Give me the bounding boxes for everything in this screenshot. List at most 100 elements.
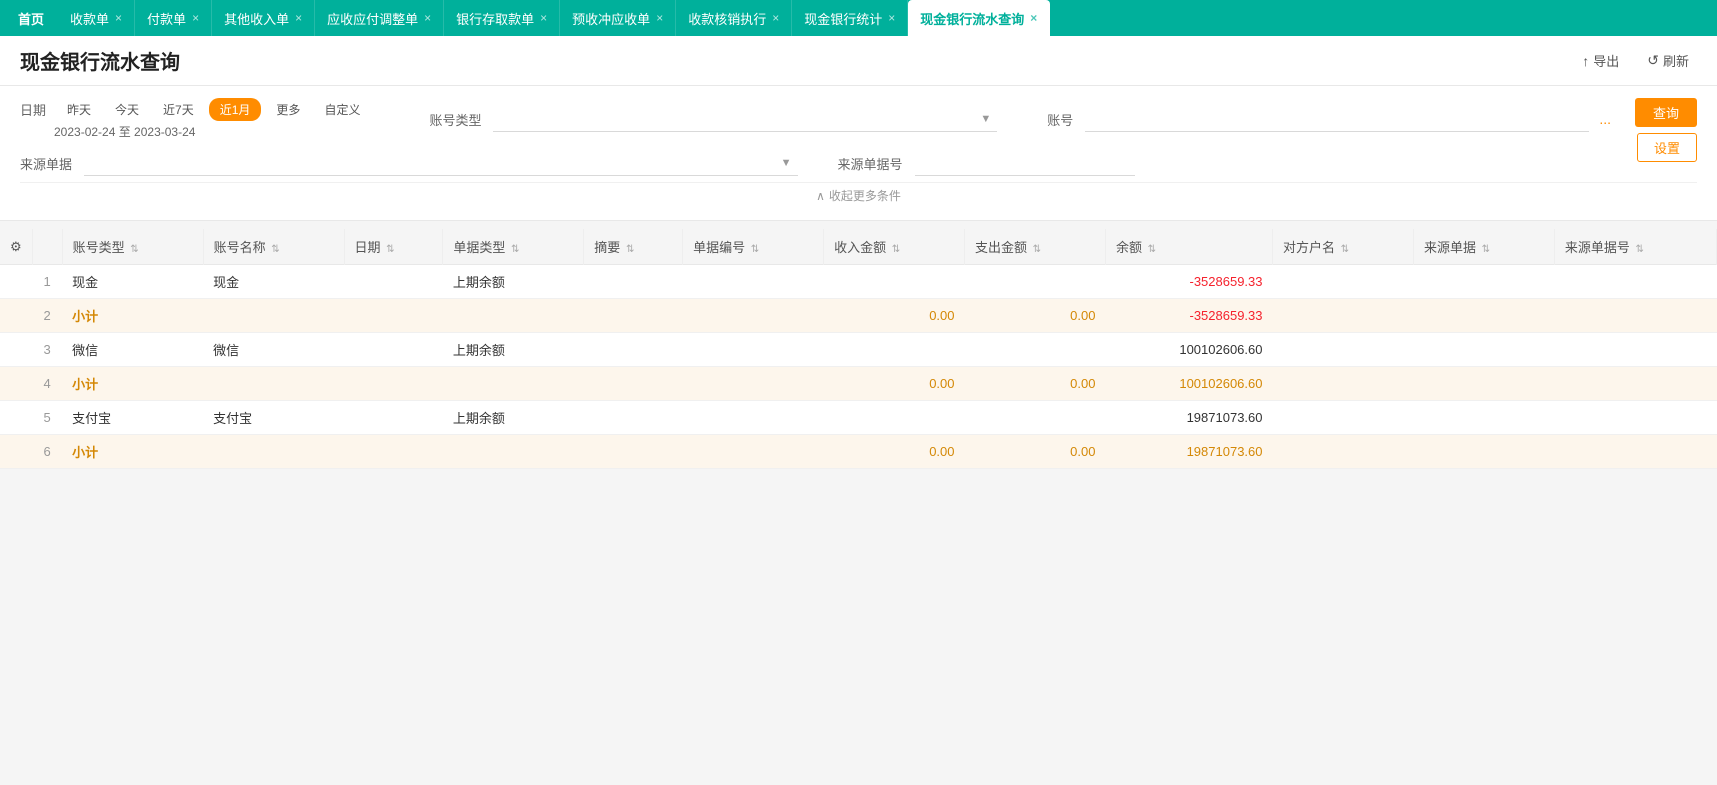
account-type-select[interactable]: ▼: [493, 106, 997, 132]
cell-source-doc-no: [1554, 435, 1716, 469]
cell-source-doc: [1413, 333, 1554, 367]
column-doc-type[interactable]: 单据类型 ⇅: [443, 229, 584, 265]
nav-tab-fukuandan[interactable]: 付款单 ×: [135, 0, 212, 36]
close-icon[interactable]: ×: [115, 11, 122, 25]
cell-source-doc: [1413, 435, 1554, 469]
close-icon[interactable]: ×: [888, 11, 895, 25]
cell-doc-type: [443, 299, 584, 333]
column-expense[interactable]: 支出金额 ⇅: [965, 229, 1106, 265]
column-settings[interactable]: ⚙: [0, 229, 32, 265]
column-income[interactable]: 收入金额 ⇅: [824, 229, 965, 265]
sort-icon: ⇅: [1148, 244, 1156, 255]
cell-income: [824, 401, 965, 435]
nav-tab-yinhangcunqukuan[interactable]: 银行存取款单 ×: [444, 0, 560, 36]
date-custom[interactable]: 自定义: [315, 98, 369, 121]
sort-icon: ⇅: [1636, 244, 1644, 255]
cell-expense: 0.00: [965, 435, 1106, 469]
cell-summary: [584, 401, 683, 435]
cell-date: [344, 265, 443, 299]
cell-doc-no: [683, 265, 824, 299]
column-summary[interactable]: 摘要 ⇅: [584, 229, 683, 265]
close-icon[interactable]: ×: [295, 11, 302, 25]
nav-tab-shoukuanhexiao[interactable]: 收款核销执行 ×: [676, 0, 792, 36]
collapse-button[interactable]: ∧ 收起更多条件: [816, 187, 901, 204]
row-number: 1: [32, 265, 62, 299]
close-icon[interactable]: ×: [540, 11, 547, 25]
cell-date: [344, 333, 443, 367]
date-1month[interactable]: 近1月: [209, 98, 262, 121]
cell-account-name: [203, 367, 344, 401]
sort-icon: ⇅: [271, 244, 279, 255]
source-doc-select[interactable]: ▼: [84, 150, 797, 176]
sort-icon: ⇅: [1482, 244, 1490, 255]
nav-tab-xianjinyinhangliushui[interactable]: 现金银行流水查询 ×: [908, 0, 1050, 36]
nav-home[interactable]: 首页: [4, 0, 58, 36]
source-doc-no-input[interactable]: [915, 150, 1135, 176]
action-buttons: 查询 设置: [1635, 98, 1697, 162]
cell-counterpart: [1273, 367, 1414, 401]
cell-doc-type: [443, 435, 584, 469]
cell-summary: [584, 333, 683, 367]
dropdown-icon: ▼: [980, 113, 991, 125]
sort-icon: ⇅: [892, 244, 900, 255]
column-counterpart[interactable]: 对方户名 ⇅: [1273, 229, 1414, 265]
cell-income: 0.00: [824, 299, 965, 333]
cell-counterpart: [1273, 435, 1414, 469]
close-icon[interactable]: ×: [424, 11, 431, 25]
close-icon[interactable]: ×: [772, 11, 779, 25]
nav-tab-qitashouru[interactable]: 其他收入单 ×: [212, 0, 315, 36]
settings-button[interactable]: 设置: [1637, 133, 1697, 162]
table-row: 5支付宝支付宝上期余额19871073.60: [0, 401, 1717, 435]
cell-source-doc: [1413, 401, 1554, 435]
nav-tab-xianjinyinhangtongji[interactable]: 现金银行统计 ×: [792, 0, 908, 36]
cell-doc-type: 上期余额: [443, 265, 584, 299]
close-icon[interactable]: ×: [656, 11, 663, 25]
account-no-more-button[interactable]: ...: [1595, 111, 1615, 127]
date-more[interactable]: 更多: [267, 98, 309, 121]
gear-icon[interactable]: ⚙: [10, 239, 22, 254]
column-source-doc-no[interactable]: 来源单据号 ⇅: [1554, 229, 1716, 265]
table-row: 6小计0.000.0019871073.60: [0, 435, 1717, 469]
cell-balance: 100102606.60: [1105, 333, 1272, 367]
cell-income: 0.00: [824, 435, 965, 469]
date-7days[interactable]: 近7天: [154, 98, 203, 121]
account-no-input[interactable]: [1085, 106, 1589, 132]
cell-summary: [584, 265, 683, 299]
sort-icon: ⇅: [386, 244, 394, 255]
cell-source-doc: [1413, 265, 1554, 299]
query-button[interactable]: 查询: [1635, 98, 1697, 127]
cell-date: [344, 367, 443, 401]
date-yesterday[interactable]: 昨天: [58, 98, 100, 121]
column-source-doc[interactable]: 来源单据 ⇅: [1413, 229, 1554, 265]
cell-account-type: 现金: [62, 265, 203, 299]
cell-doc-type: 上期余额: [443, 401, 584, 435]
column-account-name[interactable]: 账号名称 ⇅: [203, 229, 344, 265]
column-account-type[interactable]: 账号类型 ⇅: [62, 229, 203, 265]
close-icon[interactable]: ×: [1030, 11, 1037, 25]
cell-source-doc-no: [1554, 299, 1716, 333]
cell-expense: [965, 401, 1106, 435]
cell-date: [344, 401, 443, 435]
nav-tab-shoukuandan[interactable]: 收款单 ×: [58, 0, 135, 36]
close-icon[interactable]: ×: [192, 11, 199, 25]
date-today[interactable]: 今天: [106, 98, 148, 121]
cell-summary: [584, 367, 683, 401]
cell-account-name: [203, 435, 344, 469]
column-balance[interactable]: 余额 ⇅: [1105, 229, 1272, 265]
nav-tab-yushou[interactable]: 预收冲应收单 ×: [560, 0, 676, 36]
cell-income: 0.00: [824, 367, 965, 401]
cell-counterpart: [1273, 265, 1414, 299]
sort-icon: ⇅: [511, 244, 519, 255]
cell-doc-no: [683, 367, 824, 401]
cell-date: [344, 435, 443, 469]
nav-tab-yingshouyingfu[interactable]: 应收应付调整单 ×: [315, 0, 444, 36]
cell-source-doc-no: [1554, 333, 1716, 367]
export-button[interactable]: ↑ 导出: [1574, 47, 1627, 74]
cell-balance: -3528659.33: [1105, 265, 1272, 299]
column-date[interactable]: 日期 ⇅: [344, 229, 443, 265]
export-icon: ↑: [1582, 53, 1589, 69]
refresh-button[interactable]: ↺ 刷新: [1639, 47, 1697, 74]
cell-source-doc-no: [1554, 367, 1716, 401]
column-doc-no[interactable]: 单据编号 ⇅: [683, 229, 824, 265]
row-number: 6: [32, 435, 62, 469]
